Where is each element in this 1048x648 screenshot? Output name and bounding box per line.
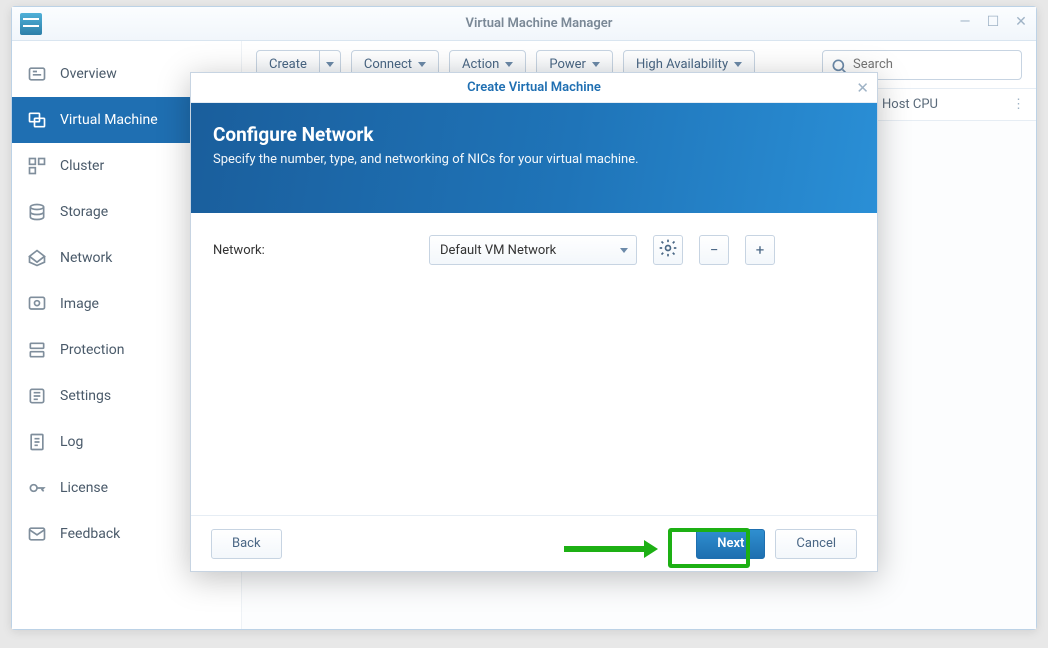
log-icon	[26, 431, 48, 453]
chevron-down-icon	[505, 62, 513, 67]
back-label: Back	[232, 536, 261, 551]
network-settings-button[interactable]	[653, 235, 683, 265]
network-row: Network: Default VM Network − +	[213, 235, 855, 265]
chevron-down-icon	[592, 62, 600, 67]
minus-icon: −	[710, 241, 719, 259]
overview-icon	[26, 63, 48, 85]
sidebar-item-label: Settings	[60, 388, 111, 404]
sidebar-item-label: Log	[60, 434, 83, 450]
network-add-button[interactable]: +	[745, 235, 775, 265]
gear-icon	[658, 238, 678, 262]
window-controls: — ☐ ✕	[956, 13, 1030, 31]
dialog-header: Create Virtual Machine ✕	[191, 73, 877, 103]
banner-subtitle: Specify the number, type, and networking…	[213, 152, 855, 167]
connect-label: Connect	[364, 57, 412, 72]
chevron-down-icon	[326, 62, 334, 67]
sidebar-item-label: Feedback	[60, 526, 120, 542]
dialog-banner: Configure Network Specify the number, ty…	[191, 103, 877, 213]
ha-label: High Availability	[636, 57, 728, 72]
dialog-title: Create Virtual Machine	[467, 80, 601, 95]
chevron-down-icon	[734, 62, 742, 67]
sidebar-item-label: Protection	[60, 342, 124, 358]
image-icon	[26, 293, 48, 315]
feedback-icon	[26, 523, 48, 545]
sidebar-item-label: Storage	[60, 204, 108, 220]
settings-icon	[26, 385, 48, 407]
banner-title: Configure Network	[213, 123, 855, 146]
dialog-body: Network: Default VM Network − +	[191, 213, 877, 515]
network-select[interactable]: Default VM Network	[429, 235, 637, 265]
sidebar-item-label: Virtual Machine	[60, 112, 158, 128]
plus-icon: +	[756, 241, 765, 259]
maximize-button[interactable]: ☐	[984, 13, 1002, 31]
next-button[interactable]: Next	[696, 529, 765, 559]
power-label: Power	[549, 57, 586, 72]
cancel-button[interactable]: Cancel	[775, 529, 857, 559]
network-select-value: Default VM Network	[440, 243, 556, 258]
create-vm-dialog: Create Virtual Machine ✕ Configure Netwo…	[190, 72, 878, 572]
network-label: Network:	[213, 243, 413, 258]
network-remove-button[interactable]: −	[699, 235, 729, 265]
sidebar-item-label: License	[60, 480, 108, 496]
dialog-footer: Back Next Cancel	[191, 515, 877, 571]
create-label: Create	[269, 57, 307, 72]
column-header-host-cpu[interactable]: Host CPU ⋮	[871, 89, 1036, 121]
action-label: Action	[462, 57, 499, 72]
license-icon	[26, 477, 48, 499]
dialog-close-button[interactable]: ✕	[856, 79, 869, 97]
back-button[interactable]: Back	[211, 529, 282, 559]
titlebar: Virtual Machine Manager — ☐ ✕	[12, 7, 1036, 41]
window-title: Virtual Machine Manager	[42, 16, 1036, 31]
sidebar-item-label: Image	[60, 296, 99, 312]
storage-icon	[26, 201, 48, 223]
close-button[interactable]: ✕	[1012, 13, 1030, 31]
chevron-down-icon	[418, 62, 426, 67]
cancel-label: Cancel	[796, 536, 836, 551]
sidebar-item-label: Cluster	[60, 158, 104, 174]
network-icon	[26, 247, 48, 269]
column-label: Host CPU	[882, 97, 938, 112]
protection-icon	[26, 339, 48, 361]
vm-icon	[26, 109, 48, 131]
app-icon	[20, 13, 42, 35]
column-menu-icon[interactable]: ⋮	[1012, 97, 1026, 112]
next-label: Next	[717, 536, 744, 551]
cluster-icon	[26, 155, 48, 177]
sidebar-item-label: Overview	[60, 66, 117, 82]
minimize-button[interactable]: —	[956, 13, 974, 31]
chevron-down-icon	[620, 248, 628, 253]
sidebar-item-label: Network	[60, 250, 112, 266]
